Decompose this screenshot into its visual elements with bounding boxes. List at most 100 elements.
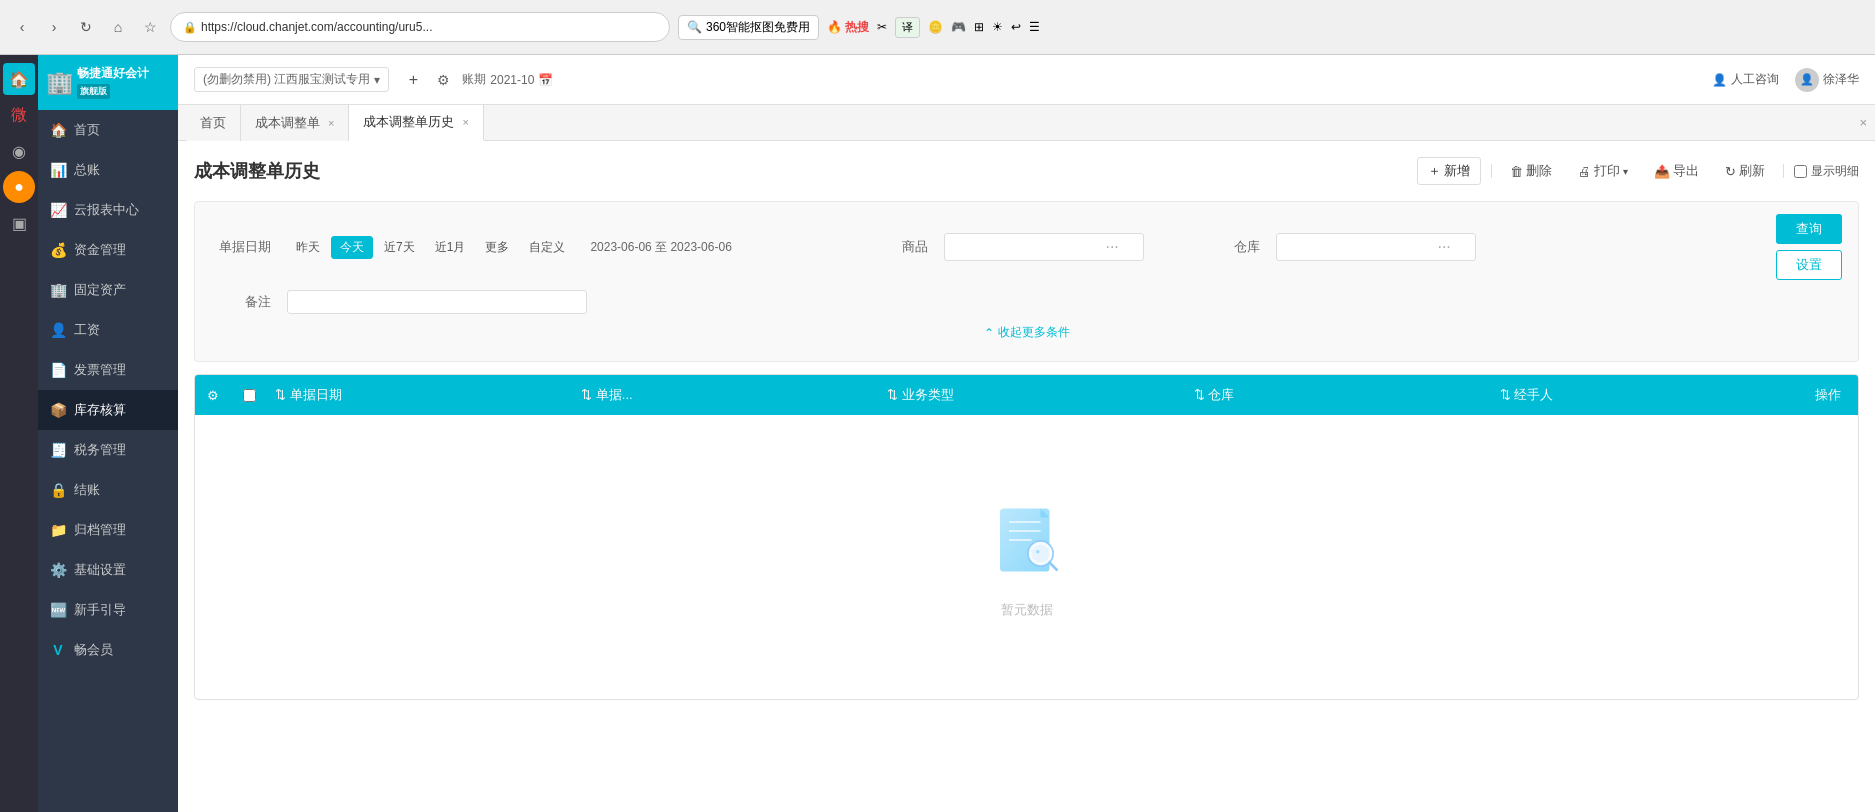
print-button[interactable]: 🖨 打印 ▾ xyxy=(1570,158,1636,184)
sidebar-item-guide[interactable]: 🆕 新手引导 xyxy=(38,590,178,630)
iconbar-weibo[interactable]: 微 xyxy=(3,99,35,131)
shortcut-today[interactable]: 今天 xyxy=(331,236,373,259)
archive-icon: 📁 xyxy=(50,522,66,538)
table-header: ⚙ ⇅ 单据日期 ⇅ 单据... ⇅ 业务类型 ⇅ 仓库 xyxy=(195,375,1858,415)
tax-icon: 🧾 xyxy=(50,442,66,458)
close-cost-adjust-tab[interactable]: × xyxy=(328,117,334,129)
undo-icon: ↩ xyxy=(1011,20,1021,34)
export-button[interactable]: 📤 导出 xyxy=(1646,158,1707,184)
svg-point-8 xyxy=(1036,550,1040,554)
th-actions: 操作 xyxy=(1798,386,1858,404)
gamepad-icon: 🎮 xyxy=(951,20,966,34)
sidebar-label-closing: 结账 xyxy=(74,481,100,499)
sidebar-item-settings[interactable]: ⚙️ 基础设置 xyxy=(38,550,178,590)
company-selector[interactable]: (勿删勿禁用) 江西服宝测试专用 ▾ xyxy=(194,67,389,92)
page-header: 成本调整单历史 ＋ 新增 🗑 删除 🖨 打印 ▾ xyxy=(194,157,1859,185)
iconbar-item3[interactable]: ▣ xyxy=(3,207,35,239)
sidebar-item-inventory[interactable]: 📦 库存核算 xyxy=(38,390,178,430)
delete-button[interactable]: 🗑 删除 xyxy=(1502,158,1560,184)
refresh-button[interactable]: ↻ 刷新 xyxy=(1717,158,1773,184)
tab-close-all[interactable]: × xyxy=(1859,115,1875,130)
sidebar-item-member[interactable]: V 畅会员 xyxy=(38,630,178,670)
star-button[interactable]: ☆ xyxy=(138,15,162,39)
sidebar-item-home[interactable]: 🏠 首页 xyxy=(38,110,178,150)
new-button[interactable]: ＋ 新增 xyxy=(1417,157,1481,185)
th-biztype-label: ⇅ 业务类型 xyxy=(887,386,954,404)
refresh-button[interactable]: ↻ xyxy=(74,15,98,39)
remark-input[interactable] xyxy=(287,290,587,314)
sidebar-item-invoice[interactable]: 📄 发票管理 xyxy=(38,350,178,390)
add-company-button[interactable]: + xyxy=(401,68,425,92)
tab-home[interactable]: 首页 xyxy=(186,105,241,141)
support-button[interactable]: 👤 人工咨询 xyxy=(1712,71,1779,88)
shortcut-yesterday[interactable]: 昨天 xyxy=(287,236,329,259)
address-bar[interactable]: 🔒 https://cloud.chanjet.com/accounting/u… xyxy=(170,12,670,42)
shortcut-custom[interactable]: 自定义 xyxy=(520,236,574,259)
tab-cost-adjust-history-label: 成本调整单历史 xyxy=(363,113,454,131)
app-wrapper: 🏠 微 ◉ ● ▣ 🏢 畅捷通好会计 旗舰版 🏠 首页 📊 总账 📈 云报表中心… xyxy=(0,55,1875,812)
warehouse-selector[interactable]: ··· xyxy=(1276,233,1476,261)
tab-cost-adjust[interactable]: 成本调整单 × xyxy=(241,105,349,141)
assets-icon: 🏢 xyxy=(50,282,66,298)
home-button[interactable]: ⌂ xyxy=(106,15,130,39)
guide-icon: 🆕 xyxy=(50,602,66,618)
new-label: 新增 xyxy=(1444,162,1470,180)
sidebar-item-assets[interactable]: 🏢 固定资产 xyxy=(38,270,178,310)
url-text: https://cloud.chanjet.com/accounting/uru… xyxy=(201,20,432,34)
warehouse-dots-icon[interactable]: ··· xyxy=(1437,238,1450,256)
print-icon: 🖨 xyxy=(1578,164,1591,179)
th-date[interactable]: ⇅ 单据日期 xyxy=(267,386,573,404)
empty-text: 暂元数据 xyxy=(1001,601,1053,619)
th-operator[interactable]: ⇅ 经手人 xyxy=(1492,386,1798,404)
sidebar-item-ledger[interactable]: 📊 总账 xyxy=(38,150,178,190)
query-button[interactable]: 查询 xyxy=(1776,214,1842,244)
goods-dots-icon[interactable]: ··· xyxy=(1105,238,1118,256)
th-warehouse[interactable]: ⇅ 仓库 xyxy=(1186,386,1492,404)
svg-point-6 xyxy=(1031,545,1049,563)
logo-name: 畅捷通好会计 xyxy=(77,66,149,82)
close-history-tab[interactable]: × xyxy=(462,116,468,128)
shortcut-7days[interactable]: 近7天 xyxy=(375,236,424,259)
shortcut-1month[interactable]: 近1月 xyxy=(426,236,475,259)
support-icon: 👤 xyxy=(1712,73,1727,87)
sidebar-item-tax[interactable]: 🧾 税务管理 xyxy=(38,430,178,470)
sidebar-item-archive[interactable]: 📁 归档管理 xyxy=(38,510,178,550)
sidebar-item-reports[interactable]: 📈 云报表中心 xyxy=(38,190,178,230)
sidebar-item-funds[interactable]: 💰 资金管理 xyxy=(38,230,178,270)
user-profile[interactable]: 👤 徐泽华 xyxy=(1795,68,1859,92)
show-cols-input[interactable] xyxy=(1794,165,1807,178)
show-cols-label: 显示明细 xyxy=(1811,163,1859,180)
goods-selector[interactable]: ··· xyxy=(944,233,1144,261)
th-docno[interactable]: ⇅ 单据... xyxy=(573,386,879,404)
search-bar[interactable]: 🔍 360智能抠图免费用 xyxy=(678,15,819,40)
sidebar-label-settings: 基础设置 xyxy=(74,561,126,579)
back-button[interactable]: ‹ xyxy=(10,15,34,39)
filter-settings-button[interactable]: 设置 xyxy=(1776,250,1842,280)
close-all-icon[interactable]: × xyxy=(1859,115,1867,130)
sidebar-item-closing[interactable]: 🔒 结账 xyxy=(38,470,178,510)
collapse-button[interactable]: ⌃ 收起更多条件 xyxy=(984,324,1070,341)
sidebar-item-salary[interactable]: 👤 工资 xyxy=(38,310,178,350)
settings-icon: ⚙️ xyxy=(50,562,66,578)
search-label: 360智能抠图免费用 xyxy=(706,19,810,36)
search-icon: 🔍 xyxy=(687,20,702,34)
shortcut-more[interactable]: 更多 xyxy=(476,236,518,259)
select-all-checkbox[interactable] xyxy=(243,389,256,402)
iconbar-home[interactable]: 🏠 xyxy=(3,63,35,95)
th-biztype[interactable]: ⇅ 业务类型 xyxy=(879,386,1185,404)
iconbar-item2[interactable]: ● xyxy=(3,171,35,203)
settings-gear-icon[interactable]: ⚙ xyxy=(437,72,450,88)
calendar-icon: 📅 xyxy=(538,73,553,87)
tab-cost-adjust-history[interactable]: 成本调整单历史 × xyxy=(349,105,483,141)
table-settings-icon[interactable]: ⚙ xyxy=(195,388,231,403)
forward-button[interactable]: › xyxy=(42,15,66,39)
iconbar-item1[interactable]: ◉ xyxy=(3,135,35,167)
warehouse-filter-label: 仓库 xyxy=(1200,238,1260,256)
translate-button[interactable]: 译 xyxy=(895,17,920,38)
remark-label: 备注 xyxy=(211,293,271,311)
username: 徐泽华 xyxy=(1823,71,1859,88)
table-checkbox-all[interactable] xyxy=(231,389,267,402)
th-operator-label: ⇅ 经手人 xyxy=(1500,386,1554,404)
show-cols-checkbox[interactable]: 显示明细 xyxy=(1794,163,1859,180)
empty-illustration xyxy=(982,495,1072,585)
